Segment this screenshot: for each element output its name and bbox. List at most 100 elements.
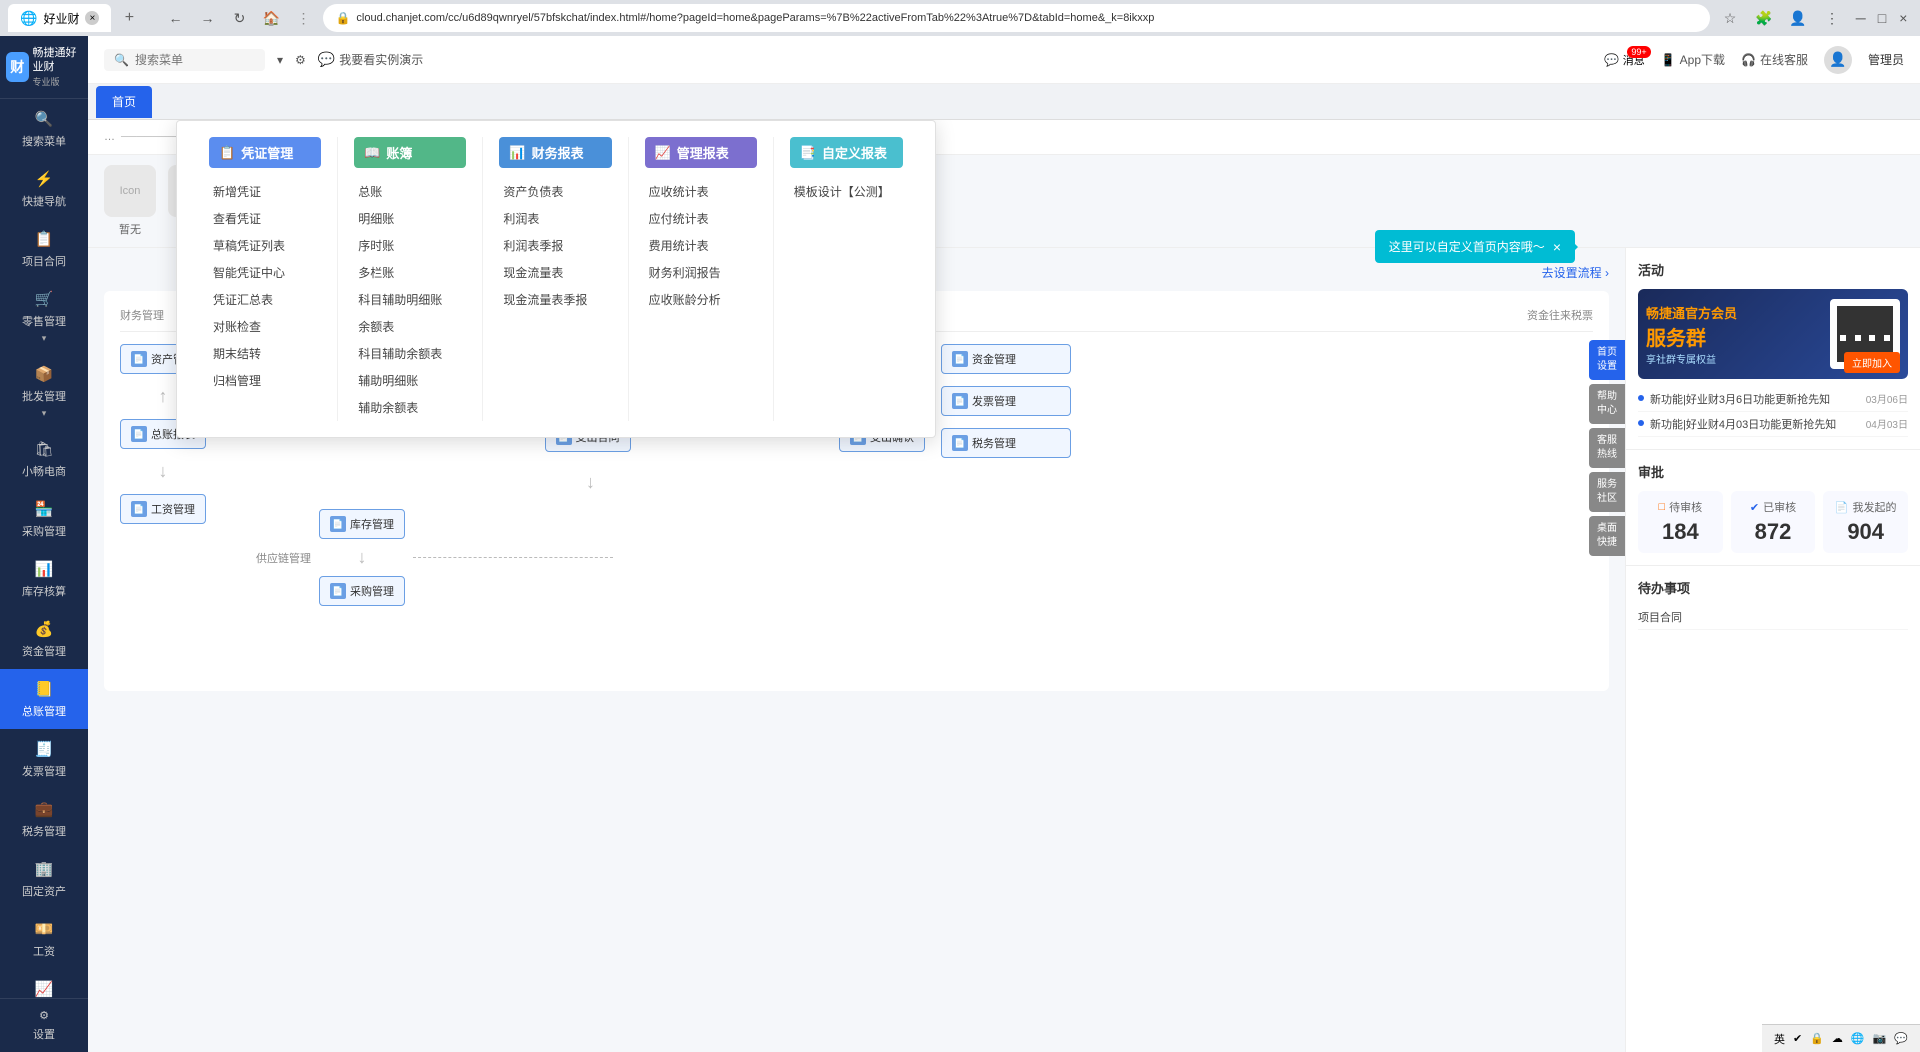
- activity-item-2[interactable]: 新功能|好业财4月03日功能更新抢先知 04月03日: [1638, 412, 1908, 437]
- fund-icon: 💰: [34, 619, 54, 639]
- menu-item-balance-sheet[interactable]: 资产负债表: [499, 178, 611, 205]
- refresh-button[interactable]: ↻: [225, 4, 253, 32]
- approval-card-pending[interactable]: □ 待审核 184: [1638, 491, 1723, 553]
- down-arrow-3-icon: ↓: [586, 472, 595, 493]
- menu-item-cashflow[interactable]: 现金流量表: [499, 259, 611, 286]
- menu-item-aging-analysis[interactable]: 应收账龄分析: [645, 286, 757, 313]
- ecommerce-icon: 🛍: [34, 439, 54, 459]
- extensions-button[interactable]: 🧩: [1750, 4, 1778, 32]
- back-button[interactable]: ←: [161, 4, 189, 32]
- pending-item-project[interactable]: 项目合同: [1638, 605, 1908, 630]
- invoice-mgmt-label: 发票管理: [972, 393, 1016, 409]
- sidebar-item-retail[interactable]: 🛒 零售管理 ▾: [0, 279, 88, 354]
- topbar-search-box[interactable]: 🔍: [104, 49, 265, 71]
- menu-item-aux-detail[interactable]: 辅助明细账: [354, 367, 466, 394]
- flow-box-inventory[interactable]: 📄 库存管理: [319, 509, 405, 539]
- tab-home[interactable]: 首页: [96, 86, 152, 118]
- new-tab-button[interactable]: +: [117, 6, 141, 30]
- sidebar-item-inventory[interactable]: 📊 库存核算: [0, 549, 88, 609]
- tab-close-button[interactable]: ×: [85, 11, 99, 25]
- approval-card-approved[interactable]: ✔ 已审核 872: [1731, 491, 1816, 553]
- sidebar-settings-label: 设置: [33, 1026, 55, 1042]
- sidebar-item-shortcuts[interactable]: ⚡ 快捷导航: [0, 159, 88, 219]
- activity-item-1[interactable]: 新功能|好业财3月6日功能更新抢先知 03月06日: [1638, 387, 1908, 412]
- mega-col-mgmt-reports: 📈 管理报表 应收统计表 应付统计表 费用统计表 财务利润报告 应收账龄分析: [629, 137, 774, 421]
- menu-item-receivable-stats[interactable]: 应收统计表: [645, 178, 757, 205]
- flow-box-fund-mgmt[interactable]: 📄 资金管理: [941, 344, 1071, 374]
- sidebar-item-fixed-assets[interactable]: 🏢 固定资产: [0, 849, 88, 909]
- sidebar-item-payroll[interactable]: 💴 工资: [0, 909, 88, 969]
- menu-item-expense-stats[interactable]: 费用统计表: [645, 232, 757, 259]
- menu-item-template-design[interactable]: 模板设计【公测】: [790, 178, 903, 205]
- home-button[interactable]: 🏠: [257, 4, 285, 32]
- join-btn-label[interactable]: 立即加入: [1844, 352, 1900, 373]
- menu-item-income-quarterly[interactable]: 利润表季报: [499, 232, 611, 259]
- maximize-button[interactable]: □: [1873, 8, 1890, 28]
- menu-item-subject-balance[interactable]: 科目辅助余额表: [354, 340, 466, 367]
- menu-item-draft-voucher[interactable]: 草稿凭证列表: [209, 232, 321, 259]
- menu-item-income-stmt[interactable]: 利润表: [499, 205, 611, 232]
- menu-item-general-ledger[interactable]: 总账: [354, 178, 466, 205]
- menu-item-profit-report[interactable]: 财务利润报告: [645, 259, 757, 286]
- menu-item-reconcile[interactable]: 对账检查: [209, 313, 321, 340]
- inventory-purchase-col: 📄 库存管理 ↓ 📄 采购管理: [319, 509, 405, 606]
- menu-item-smart-voucher[interactable]: 智能凭证中心: [209, 259, 321, 286]
- menu-item-view-voucher[interactable]: 查看凭证: [209, 205, 321, 232]
- forward-button[interactable]: →: [193, 4, 221, 32]
- topbar-demo-link[interactable]: 💬 我要看实例演示: [318, 51, 423, 68]
- browser-tab[interactable]: 🌐 好业财 ×: [8, 4, 111, 32]
- menu-item-aux-balance[interactable]: 辅助余额表: [354, 394, 466, 421]
- bookmarks-button[interactable]: ⋮: [289, 4, 317, 32]
- app-download-button[interactable]: 📱 App下载: [1661, 51, 1725, 68]
- sidebar-settings[interactable]: ⚙ 设置: [0, 998, 88, 1052]
- menu-item-chronological[interactable]: 序时账: [354, 232, 466, 259]
- notification-button[interactable]: 💬 消息 99+: [1604, 52, 1644, 68]
- topbar-settings-button[interactable]: ⚙: [295, 53, 306, 67]
- username-label[interactable]: 管理员: [1868, 51, 1904, 68]
- join-btn[interactable]: 立即加入: [1844, 352, 1900, 373]
- flow-setup-link[interactable]: 去设置流程 ›: [1542, 264, 1609, 281]
- search-icon: 🔍: [114, 53, 129, 67]
- topbar-dropdown[interactable]: ▾: [277, 53, 283, 67]
- menu-item-multi-column[interactable]: 多栏账: [354, 259, 466, 286]
- mgmt-reports-header-label: 管理报表: [677, 143, 729, 162]
- sidebar-item-invoice[interactable]: 🧾 发票管理: [0, 729, 88, 789]
- sidebar-item-project[interactable]: 📋 项目合同: [0, 219, 88, 279]
- sidebar-item-operations[interactable]: 📈 经营管理: [0, 969, 88, 998]
- minimize-button[interactable]: ─: [1852, 8, 1869, 28]
- flow-box-purchase[interactable]: 📄 采购管理: [319, 576, 405, 606]
- flow-box-invoice-mgmt[interactable]: 📄 发票管理: [941, 386, 1071, 416]
- sidebar-item-search[interactable]: 🔍 搜索菜单: [0, 99, 88, 159]
- quick-action-1[interactable]: Icon 暂无: [104, 165, 156, 237]
- close-window-button[interactable]: ×: [1895, 8, 1912, 28]
- online-service-button[interactable]: 🎧 在线客服: [1741, 51, 1808, 68]
- menu-item-period-close[interactable]: 期末结转: [209, 340, 321, 367]
- menu-item-archive[interactable]: 归档管理: [209, 367, 321, 394]
- sidebar-item-wholesale[interactable]: 📦 批发管理 ▾: [0, 354, 88, 429]
- sidebar-item-tax[interactable]: 💼 税务管理: [0, 789, 88, 849]
- address-bar[interactable]: 🔒 cloud.chanjet.com/cc/u6d89qwnryel/57bf…: [323, 4, 1710, 32]
- flow-box-tax-mgmt[interactable]: 📄 税务管理: [941, 428, 1071, 458]
- main-area: 🔍 ▾ ⚙ 💬 我要看实例演示 💬 消息 99+ 📱: [88, 36, 1920, 1052]
- flow-box-payroll[interactable]: 📄 工资管理: [120, 494, 206, 524]
- menu-item-payable-stats[interactable]: 应付统计表: [645, 205, 757, 232]
- sidebar-item-purchase[interactable]: 🏪 采购管理: [0, 489, 88, 549]
- retail-icon: 🛒: [34, 289, 54, 309]
- sidebar-item-ledger[interactable]: 📒 总账管理: [0, 669, 88, 729]
- approval-card-initiated[interactable]: 📄 我发起的 904: [1823, 491, 1908, 553]
- bookmark-star-button[interactable]: ☆: [1716, 4, 1744, 32]
- profile-button[interactable]: 👤: [1784, 4, 1812, 32]
- menu-item-add-voucher[interactable]: 新增凭证: [209, 178, 321, 205]
- sidebar-item-ecommerce[interactable]: 🛍 小畅电商: [0, 429, 88, 489]
- menu-item-voucher-summary[interactable]: 凭证汇总表: [209, 286, 321, 313]
- taskbar-cloud: ☁: [1832, 1032, 1843, 1045]
- user-avatar[interactable]: 👤: [1824, 46, 1852, 74]
- menu-item-subject-detail[interactable]: 科目辅助明细账: [354, 286, 466, 313]
- menu-item-balance[interactable]: 余额表: [354, 313, 466, 340]
- menu-item-detail-ledger[interactable]: 明细账: [354, 205, 466, 232]
- menu-button[interactable]: ⋮: [1818, 4, 1846, 32]
- sidebar-item-fund[interactable]: 💰 资金管理: [0, 609, 88, 669]
- menu-item-cashflow-quarterly[interactable]: 现金流量表季报: [499, 286, 611, 313]
- taskbar-lang[interactable]: 英: [1774, 1031, 1785, 1047]
- search-input[interactable]: [135, 53, 255, 67]
